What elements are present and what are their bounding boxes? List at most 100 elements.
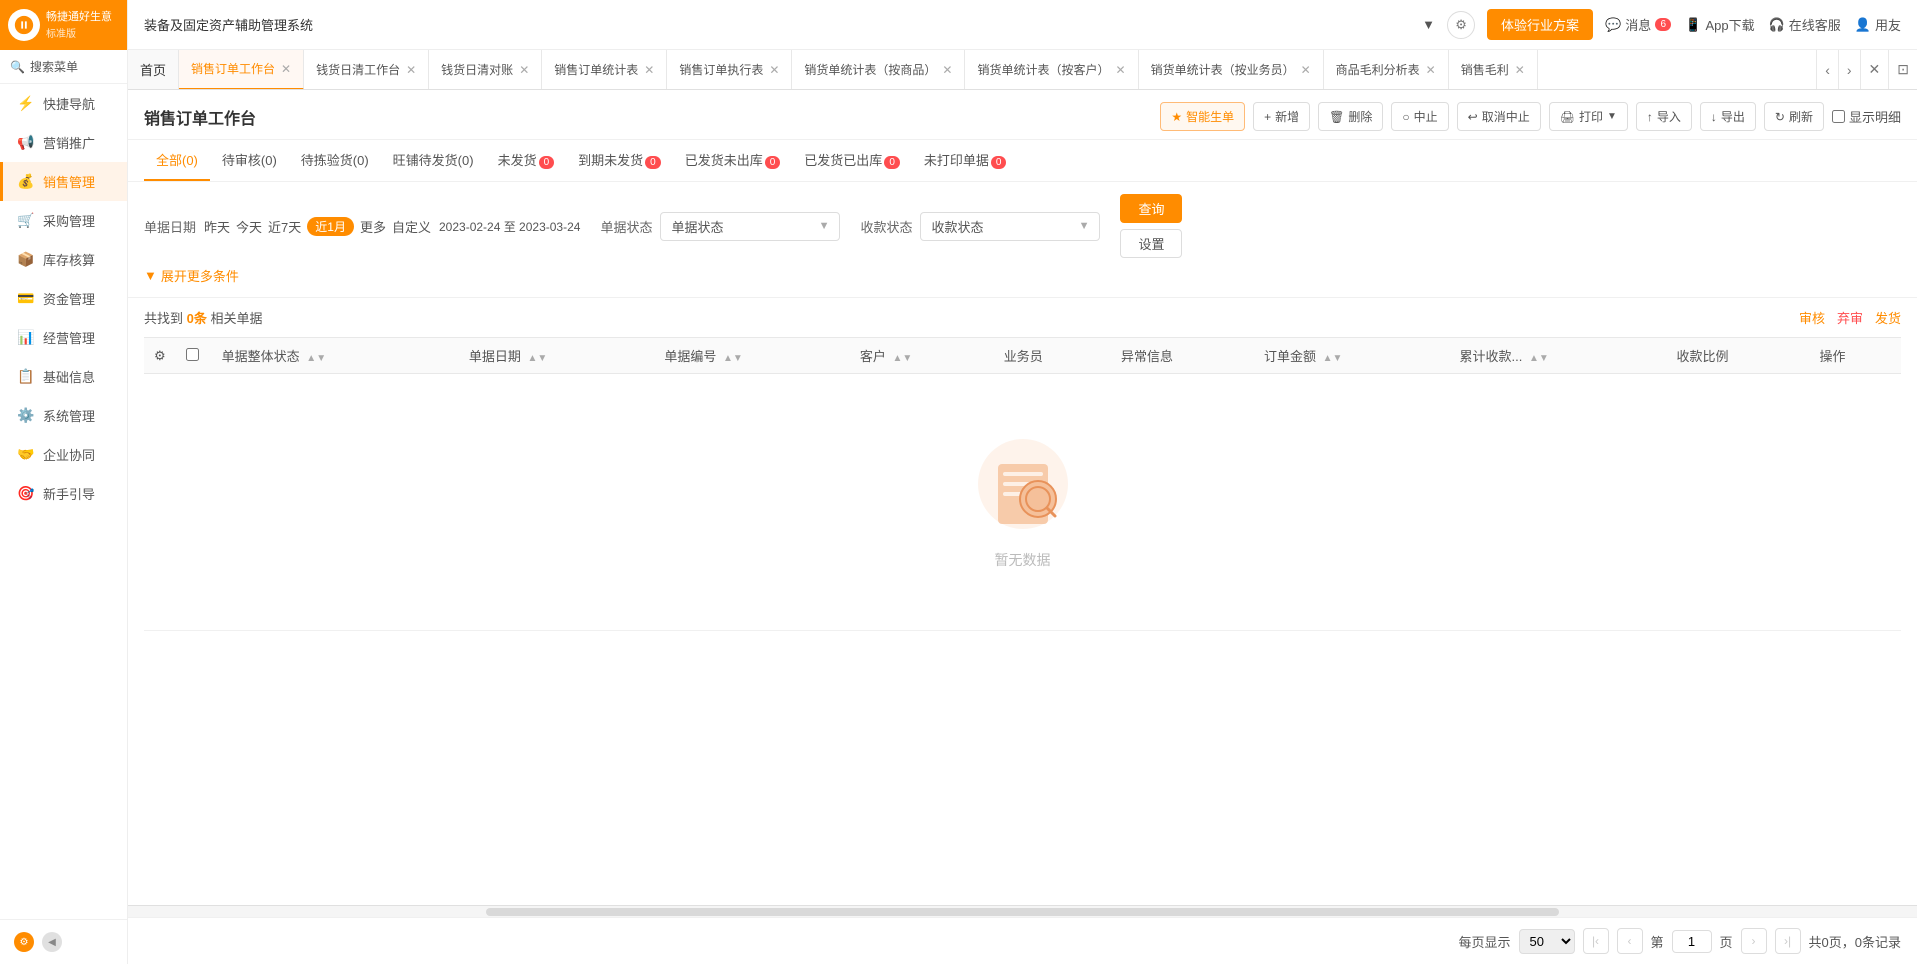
prev-page-button[interactable]: ‹ bbox=[1617, 928, 1643, 954]
smart-order-button[interactable]: ★ 智能生单 bbox=[1160, 102, 1245, 131]
tabs-close-all-icon[interactable]: ✕ bbox=[1860, 50, 1889, 90]
sub-tab-4[interactable]: 未发货0 bbox=[486, 140, 567, 181]
date-custom[interactable]: 自定义 bbox=[392, 217, 431, 236]
sort-status-icon[interactable]: ▲▼ bbox=[306, 355, 326, 362]
sidebar-item-search[interactable]: 🔍 搜索菜单 bbox=[0, 50, 127, 84]
tab-cash-reconcile[interactable]: 钱货日清对账 ✕ bbox=[429, 50, 542, 90]
date-1month[interactable]: 近1月 bbox=[307, 217, 354, 236]
app-download-item[interactable]: 📱 App下载 bbox=[1685, 15, 1754, 34]
online-service-item[interactable]: 🎧 在线客服 bbox=[1769, 15, 1841, 34]
next-page-button[interactable]: › bbox=[1741, 928, 1767, 954]
cancel-stop-button[interactable]: ↩ 取消中止 bbox=[1457, 102, 1541, 131]
tab-sales-workbench[interactable]: 销售订单工作台 ✕ bbox=[179, 50, 304, 90]
print-button[interactable]: 🖨 打印 ▼ bbox=[1549, 102, 1628, 131]
select-all-checkbox[interactable] bbox=[186, 348, 199, 361]
page-size-select[interactable]: 20 50 100 bbox=[1519, 929, 1575, 954]
close-tab-margin[interactable]: ✕ bbox=[1426, 64, 1436, 76]
sub-tab-5[interactable]: 到期未发货0 bbox=[566, 140, 673, 181]
sidebar-item-system[interactable]: ⚙️ 系统管理 bbox=[0, 396, 127, 435]
sidebar-item-operations[interactable]: 📊 经营管理 bbox=[0, 318, 127, 357]
tab-sales-profit[interactable]: 销售毛利 ✕ bbox=[1449, 50, 1538, 90]
sidebar-item-purchase[interactable]: 🛒 采购管理 bbox=[0, 201, 127, 240]
tabs-prev-icon[interactable]: ‹ bbox=[1816, 50, 1838, 90]
message-item[interactable]: 💬 消息 6 bbox=[1605, 15, 1671, 34]
sidebar-item-sales[interactable]: 💰 销售管理 bbox=[0, 162, 127, 201]
stop-button[interactable]: ○ 中止 bbox=[1391, 102, 1448, 131]
sidebar-item-cooperation[interactable]: 🤝 企业协同 bbox=[0, 435, 127, 474]
tab-sales-by-customer[interactable]: 销货单统计表（按客户） ✕ bbox=[965, 50, 1138, 90]
refresh-button[interactable]: ↻ 刷新 bbox=[1764, 102, 1824, 131]
close-tab-sales-workbench[interactable]: ✕ bbox=[281, 63, 291, 75]
topbar-settings-icon[interactable]: ⚙ bbox=[1447, 11, 1475, 39]
date-more[interactable]: 更多 bbox=[360, 217, 386, 236]
sidebar-item-marketing[interactable]: 📢 营销推广 bbox=[0, 123, 127, 162]
close-tab-sales-exec[interactable]: ✕ bbox=[769, 64, 779, 76]
tabs-expand-icon[interactable]: ⊡ bbox=[1888, 50, 1917, 90]
sub-tab-8[interactable]: 未打印单据0 bbox=[912, 140, 1019, 181]
date-7days[interactable]: 近7天 bbox=[268, 217, 301, 236]
close-tab-cash-daily[interactable]: ✕ bbox=[406, 64, 416, 76]
sort-date-icon[interactable]: ▲▼ bbox=[527, 355, 547, 362]
status-select[interactable]: 单据状态 ▼ bbox=[660, 212, 840, 241]
query-button[interactable]: 查询 bbox=[1120, 194, 1182, 223]
sub-tab-0[interactable]: 全部(0) bbox=[144, 140, 210, 181]
close-tab-cash-reconcile[interactable]: ✕ bbox=[519, 64, 529, 76]
close-tab-sales-stats[interactable]: ✕ bbox=[644, 64, 654, 76]
settings-bottom-icon[interactable]: ⚙ bbox=[14, 932, 34, 952]
table-scroll[interactable]: ⚙ 单据整体状态 ▲▼ 单据日期 ▲▼ 单据编号 bbox=[144, 337, 1901, 905]
date-today[interactable]: 今天 bbox=[236, 217, 262, 236]
show-detail-checkbox[interactable] bbox=[1832, 110, 1845, 123]
close-tab-profit[interactable]: ✕ bbox=[1515, 64, 1525, 76]
sub-tab-3[interactable]: 旺铺待发货(0) bbox=[381, 140, 486, 181]
tab-sales-by-product[interactable]: 销货单统计表（按商品） ✕ bbox=[792, 50, 965, 90]
sidebar-item-quick-nav[interactable]: ⚡ 快捷导航 bbox=[0, 84, 127, 123]
sub-tab-7[interactable]: 已发货已出库0 bbox=[792, 140, 912, 181]
horizontal-scroll[interactable] bbox=[128, 905, 1917, 917]
sidebar-item-finance[interactable]: 💳 资金管理 bbox=[0, 279, 127, 318]
date-yesterday[interactable]: 昨天 bbox=[204, 217, 230, 236]
sort-customer-icon[interactable]: ▲▼ bbox=[892, 355, 912, 362]
col-checkbox[interactable] bbox=[176, 338, 212, 374]
sidebar-item-inventory[interactable]: 📦 库存核算 bbox=[0, 240, 127, 279]
export-button[interactable]: ↓ 导出 bbox=[1700, 102, 1756, 131]
user-item[interactable]: 👤 用友 bbox=[1855, 15, 1901, 34]
close-tab-by-product[interactable]: ✕ bbox=[942, 64, 952, 76]
ship-action[interactable]: 发货 bbox=[1875, 308, 1901, 327]
payment-select[interactable]: 收款状态 ▼ bbox=[920, 212, 1100, 241]
solution-button[interactable]: 体验行业方案 bbox=[1487, 9, 1593, 40]
delete-button[interactable]: 🗑 删除 bbox=[1318, 102, 1383, 131]
last-page-button[interactable]: ›| bbox=[1775, 928, 1801, 954]
tab-product-margin[interactable]: 商品毛利分析表 ✕ bbox=[1324, 50, 1449, 90]
sub-tab-2[interactable]: 待拣验货(0) bbox=[289, 140, 381, 181]
col-amount: 订单金额 ▲▼ bbox=[1254, 338, 1450, 374]
payment-dropdown-icon: ▼ bbox=[1079, 220, 1090, 232]
close-tab-by-staff[interactable]: ✕ bbox=[1301, 64, 1311, 76]
expand-conditions-button[interactable]: ▼ 展开更多条件 bbox=[144, 266, 1901, 285]
show-detail-label[interactable]: 显示明细 bbox=[1832, 107, 1901, 126]
tab-cash-daily[interactable]: 钱货日清工作台 ✕ bbox=[304, 50, 429, 90]
sort-number-icon[interactable]: ▲▼ bbox=[723, 355, 743, 362]
sub-tab-1[interactable]: 待审核(0) bbox=[210, 140, 289, 181]
first-page-button[interactable]: |‹ bbox=[1583, 928, 1609, 954]
tab-sales-by-staff[interactable]: 销货单统计表（按业务员） ✕ bbox=[1139, 50, 1324, 90]
collapse-icon[interactable]: ◀ bbox=[42, 932, 62, 952]
add-button[interactable]: + 新增 bbox=[1253, 102, 1310, 131]
tabs-next-icon[interactable]: › bbox=[1838, 50, 1860, 90]
cancel-review-action[interactable]: 弃审 bbox=[1837, 308, 1863, 327]
page-input[interactable] bbox=[1672, 930, 1712, 953]
scroll-thumb[interactable] bbox=[486, 908, 1559, 916]
col-settings[interactable]: ⚙ bbox=[144, 338, 176, 374]
set-button[interactable]: 设置 bbox=[1120, 229, 1182, 258]
import-button[interactable]: ↑ 导入 bbox=[1636, 102, 1692, 131]
review-action[interactable]: 审核 bbox=[1799, 308, 1825, 327]
tab-sales-exec[interactable]: 销售订单执行表 ✕ bbox=[667, 50, 792, 90]
tab-sales-stats[interactable]: 销售订单统计表 ✕ bbox=[542, 50, 667, 90]
sort-collected-icon[interactable]: ▲▼ bbox=[1529, 355, 1549, 362]
sidebar-item-guide[interactable]: 🎯 新手引导 bbox=[0, 474, 127, 513]
sidebar-item-basics[interactable]: 📋 基础信息 bbox=[0, 357, 127, 396]
tab-home[interactable]: 首页 bbox=[128, 50, 179, 90]
sort-amount-icon[interactable]: ▲▼ bbox=[1323, 355, 1343, 362]
close-tab-by-customer[interactable]: ✕ bbox=[1116, 64, 1126, 76]
sub-tab-6[interactable]: 已发货未出库0 bbox=[673, 140, 793, 181]
system-dropdown[interactable]: ▼ bbox=[1422, 17, 1435, 32]
